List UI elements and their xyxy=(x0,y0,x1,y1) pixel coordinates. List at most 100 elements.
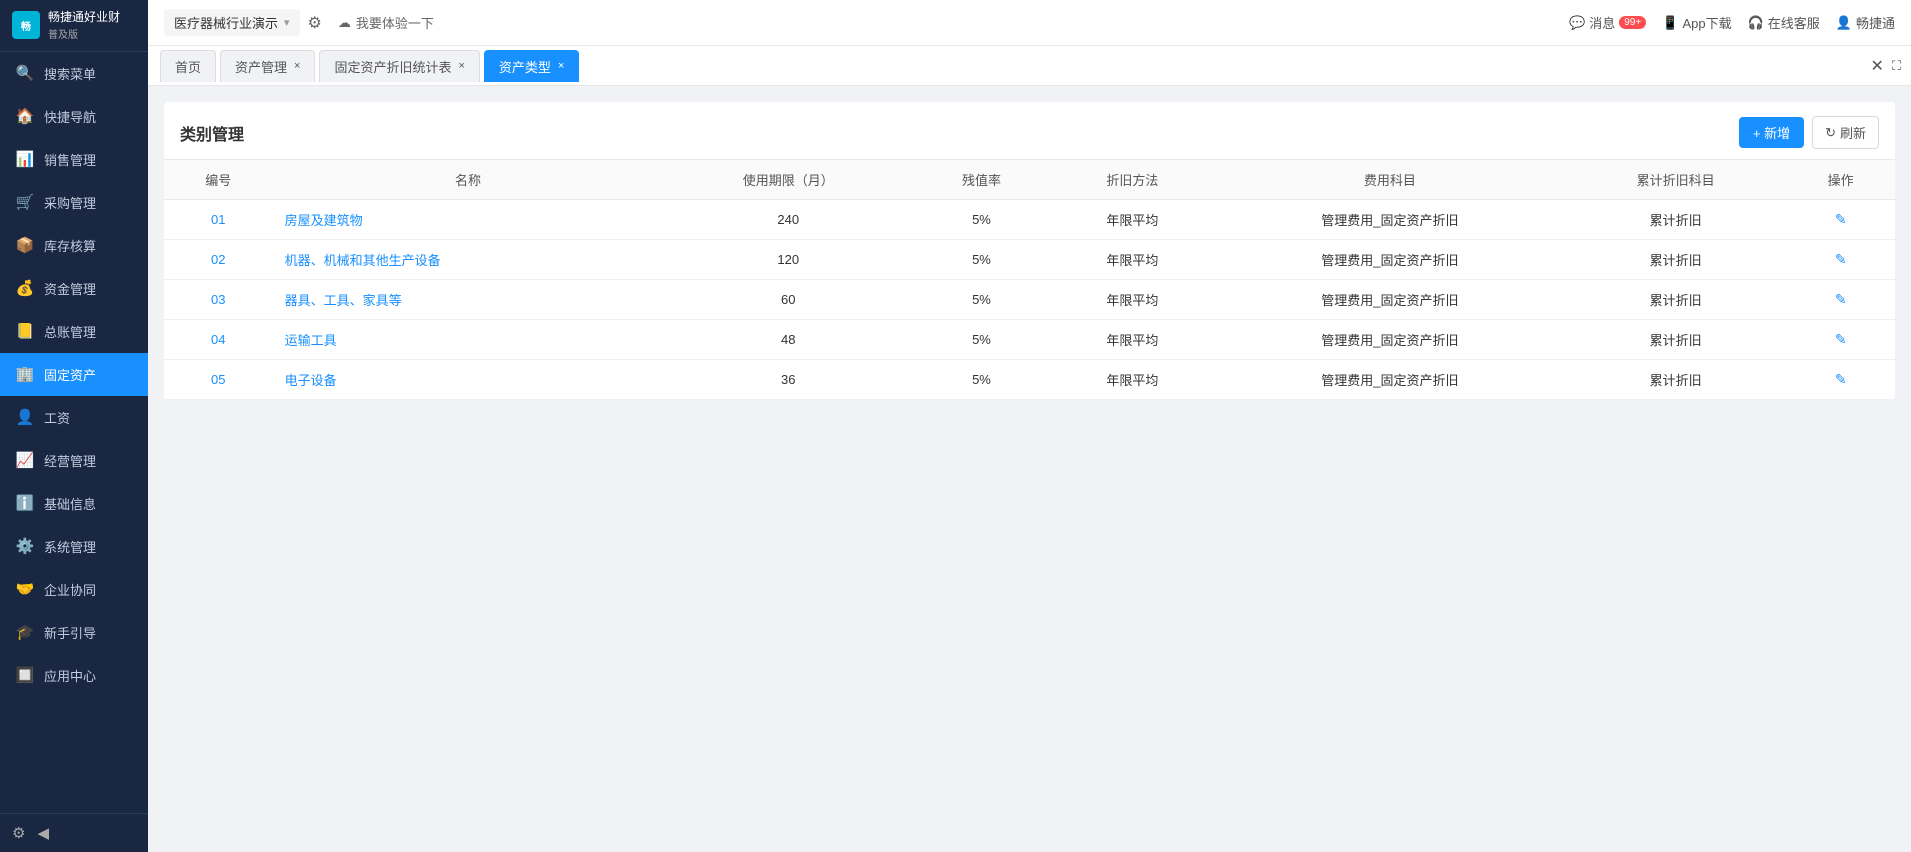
edit-icon[interactable]: ✎ xyxy=(1835,251,1847,267)
tabs-bar: 首页 资产管理 × 固定资产折旧统计表 × 资产类型 × ✕ ⛶ xyxy=(148,46,1911,86)
collapse-icon[interactable]: ◀ xyxy=(37,824,49,842)
person-icon: 👤 xyxy=(16,408,34,426)
app-download-button[interactable]: 📱 App下载 xyxy=(1662,13,1731,32)
cell-action: ✎ xyxy=(1786,280,1895,320)
sidebar-item-label: 工资 xyxy=(44,408,70,427)
sidebar-item-label: 总账管理 xyxy=(44,322,96,341)
user-avatar[interactable]: 👤 畅捷通 xyxy=(1836,13,1895,32)
tab-asset-management-close[interactable]: × xyxy=(294,60,300,72)
sidebar-item-salary[interactable]: 👤 工资 xyxy=(0,396,148,439)
window-maximize-icon[interactable]: ⛶ xyxy=(1892,58,1901,74)
message-badge: 99+ xyxy=(1619,16,1646,29)
cell-period: 60 xyxy=(663,280,913,320)
cell-expense: 管理费用_固定资产折旧 xyxy=(1215,320,1565,360)
sidebar-item-search[interactable]: 🔍 搜索菜单 xyxy=(0,52,148,95)
sidebar-item-base-info[interactable]: ℹ️ 基础信息 xyxy=(0,482,148,525)
cell-expense: 管理费用_固定资产折旧 xyxy=(1215,200,1565,240)
chart-icon: 📊 xyxy=(16,150,34,168)
new-button[interactable]: + 新增 xyxy=(1739,117,1804,148)
cell-name[interactable]: 电子设备 xyxy=(273,360,664,400)
sidebar-item-guide[interactable]: 🎓 新手引导 xyxy=(0,611,148,654)
sidebar-item-system[interactable]: ⚙️ 系统管理 xyxy=(0,525,148,568)
sidebar-item-capital[interactable]: 💰 资金管理 xyxy=(0,267,148,310)
cell-residual: 5% xyxy=(913,320,1050,360)
try-experience-button[interactable]: ☁ 我要体验一下 xyxy=(330,9,442,36)
cell-name[interactable]: 机器、机械和其他生产设备 xyxy=(273,240,664,280)
box-icon: 📦 xyxy=(16,236,34,254)
col-method: 折旧方法 xyxy=(1050,160,1215,200)
cell-action: ✎ xyxy=(1786,320,1895,360)
tab-depreciation-report-label: 固定资产折旧统计表 xyxy=(334,57,451,76)
refresh-button[interactable]: ↻ 刷新 xyxy=(1812,116,1879,149)
cell-code: 01 xyxy=(164,200,273,240)
edit-icon[interactable]: ✎ xyxy=(1835,211,1847,227)
col-residual: 残值率 xyxy=(913,160,1050,200)
ledger-icon: 📒 xyxy=(16,322,34,340)
sidebar-item-app-center[interactable]: 🔲 应用中心 xyxy=(0,654,148,697)
sidebar-item-inventory[interactable]: 📦 库存核算 xyxy=(0,224,148,267)
topbar-left: 医疗器械行业演示 ▾ ⚙ ☁ 我要体验一下 xyxy=(164,9,442,36)
table-row: 04 运输工具 48 5% 年限平均 管理费用_固定资产折旧 累计折旧 ✎ xyxy=(164,320,1895,360)
panel-header: 类别管理 + 新增 ↻ 刷新 xyxy=(164,102,1895,159)
page-title: 类别管理 xyxy=(180,121,244,145)
app-name: 医疗器械行业演示 xyxy=(174,13,278,32)
sidebar-item-fixed-assets[interactable]: 🏢 固定资产 xyxy=(0,353,148,396)
sidebar-item-quick-nav[interactable]: 🏠 快捷导航 xyxy=(0,95,148,138)
cell-method: 年限平均 xyxy=(1050,240,1215,280)
sidebar-item-business[interactable]: 📈 经营管理 xyxy=(0,439,148,482)
sidebar-item-cooperation[interactable]: 🤝 企业协同 xyxy=(0,568,148,611)
settings-bottom-icon[interactable]: ⚙ xyxy=(12,824,25,842)
tab-asset-type-close[interactable]: × xyxy=(558,60,564,72)
info-icon: ℹ️ xyxy=(16,494,34,512)
cell-method: 年限平均 xyxy=(1050,320,1215,360)
sidebar-item-purchase[interactable]: 🛒 采购管理 xyxy=(0,181,148,224)
col-name: 名称 xyxy=(273,160,664,200)
category-table: 编号 名称 使用期限（月） 残值率 折旧方法 费用科目 累计折旧科目 操作 01… xyxy=(164,159,1895,400)
headset-icon: 🎧 xyxy=(1748,15,1764,31)
cell-method: 年限平均 xyxy=(1050,280,1215,320)
category-panel: 类别管理 + 新增 ↻ 刷新 编号 名称 使用期限（月） 残值率 xyxy=(164,102,1895,400)
cell-code: 05 xyxy=(164,360,273,400)
table-row: 02 机器、机械和其他生产设备 120 5% 年限平均 管理费用_固定资产折旧 … xyxy=(164,240,1895,280)
edit-icon[interactable]: ✎ xyxy=(1835,371,1847,387)
cart-icon: 🛒 xyxy=(16,193,34,211)
cell-residual: 5% xyxy=(913,280,1050,320)
edit-icon[interactable]: ✎ xyxy=(1835,291,1847,307)
tab-asset-management[interactable]: 资产管理 × xyxy=(220,50,315,82)
tab-depreciation-report[interactable]: 固定资产折旧统计表 × xyxy=(319,50,479,82)
cell-accumulated: 累计折旧 xyxy=(1565,360,1786,400)
sidebar-item-ledger[interactable]: 📒 总账管理 xyxy=(0,310,148,353)
cell-accumulated: 累计折旧 xyxy=(1565,280,1786,320)
sidebar-item-label: 销售管理 xyxy=(44,150,96,169)
topbar: 医疗器械行业演示 ▾ ⚙ ☁ 我要体验一下 💬 消息 99+ 📱 App下载 🎧… xyxy=(148,0,1911,46)
handshake-icon: 🤝 xyxy=(16,580,34,598)
logo-icon: 畅 xyxy=(12,11,40,39)
settings-icon[interactable]: ⚙ xyxy=(308,13,322,33)
download-icon: 📱 xyxy=(1662,15,1678,31)
cell-period: 48 xyxy=(663,320,913,360)
message-icon: 💬 xyxy=(1569,15,1585,31)
content-area: 类别管理 + 新增 ↻ 刷新 编号 名称 使用期限（月） 残值率 xyxy=(148,86,1911,852)
home-icon: 🏠 xyxy=(16,107,34,125)
panel-actions: + 新增 ↻ 刷新 xyxy=(1739,116,1879,149)
cell-method: 年限平均 xyxy=(1050,200,1215,240)
cell-name[interactable]: 器具、工具、家具等 xyxy=(273,280,664,320)
main-area: 医疗器械行业演示 ▾ ⚙ ☁ 我要体验一下 💬 消息 99+ 📱 App下载 🎧… xyxy=(148,0,1911,852)
online-service-button[interactable]: 🎧 在线客服 xyxy=(1748,13,1820,32)
cell-name[interactable]: 运输工具 xyxy=(273,320,664,360)
cell-expense: 管理费用_固定资产折旧 xyxy=(1215,240,1565,280)
app-selector[interactable]: 医疗器械行业演示 ▾ xyxy=(164,9,300,36)
message-button[interactable]: 💬 消息 99+ xyxy=(1569,13,1646,32)
sidebar-item-sales[interactable]: 📊 销售管理 xyxy=(0,138,148,181)
cell-residual: 5% xyxy=(913,240,1050,280)
tab-home-label: 首页 xyxy=(175,57,201,76)
edit-icon[interactable]: ✎ xyxy=(1835,331,1847,347)
tab-home[interactable]: 首页 xyxy=(160,50,216,82)
tab-asset-type[interactable]: 资产类型 × xyxy=(484,50,579,82)
window-close-icon[interactable]: ✕ xyxy=(1870,56,1883,76)
cell-name[interactable]: 房屋及建筑物 xyxy=(273,200,664,240)
tab-asset-management-label: 资产管理 xyxy=(235,57,287,76)
cell-method: 年限平均 xyxy=(1050,360,1215,400)
cell-period: 240 xyxy=(663,200,913,240)
tab-depreciation-report-close[interactable]: × xyxy=(458,60,464,72)
